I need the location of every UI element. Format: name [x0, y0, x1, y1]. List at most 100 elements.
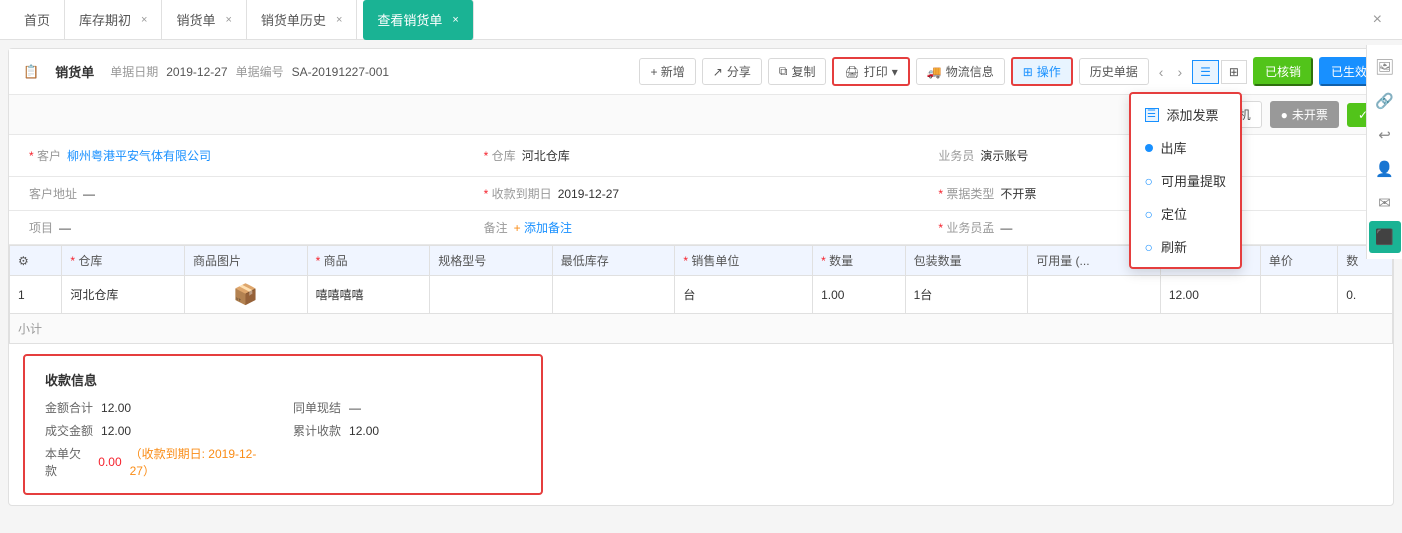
outstanding-label: 本单欠款 [45, 445, 90, 479]
payment-title: 收款信息 [45, 370, 521, 389]
sold-status-button[interactable]: 已核销 [1253, 57, 1313, 86]
same-order-settle-label: 同单现结 [293, 399, 341, 416]
tab-sales-history-close[interactable]: × [336, 14, 342, 26]
product-thumbnail: 📦 [233, 284, 258, 306]
list-view-btn[interactable]: ☰ [1192, 60, 1219, 84]
sales-emp-value: — [1000, 221, 1012, 235]
doc-actions: + 新增 ↗ 分享 ⧉ 复制 🖨 打印 ▾ 🚚 物流信息 [639, 57, 1379, 86]
available-extract-item[interactable]: ○ 可用量提取 [1131, 164, 1240, 197]
same-order-settle-value: — [349, 401, 361, 415]
tab-sales-history[interactable]: 销货单历史 × [247, 0, 357, 40]
share-button[interactable]: ↗ 分享 [702, 58, 762, 85]
address-field: 客户地址 — [29, 185, 464, 202]
print-button[interactable]: 🖨 打印 ▾ [832, 57, 909, 86]
sidebar-expand-icon[interactable]: ⬛ [1369, 221, 1401, 253]
transaction-amount-row: 成交金额 12.00 [45, 422, 273, 439]
customer-value[interactable]: 柳州粤港平安气体有限公司 [67, 147, 211, 164]
sales-emp-label: 业务员孟 [938, 219, 994, 236]
total-amount-value: 12.00 [101, 401, 131, 415]
document-header: 📋 销货单 单据日期 2019-12-27 单据编号 SA-20191227-0… [9, 49, 1393, 95]
invoice-icon: ☰ [1145, 108, 1159, 122]
history-button[interactable]: 历史单据 [1079, 58, 1149, 85]
logistics-icon: 🚚 [927, 65, 942, 79]
out-stock-label: 出库 [1161, 138, 1187, 157]
out-stock-item[interactable]: 出库 [1131, 131, 1240, 164]
refresh-item[interactable]: ○ 刷新 [1131, 230, 1240, 263]
sidebar-return-icon[interactable]: ↩ [1369, 119, 1401, 151]
tab-view-sales[interactable]: 查看销货单 × [363, 0, 473, 40]
table-row: 1 河北仓库 📦 嘻嘻嘻嘻 台 1.00 1台 12.00 [10, 276, 1393, 314]
transaction-amount-label: 成交金额 [45, 422, 93, 439]
add-invoice-item[interactable]: ☰ 添加发票 [1131, 98, 1240, 131]
row-min-stock [552, 276, 675, 314]
address-label: 客户地址 [29, 185, 77, 202]
add-invoice-label: 添加发票 [1167, 105, 1219, 124]
project-value: — [59, 221, 71, 235]
total-amount-label: 金额合计 [45, 399, 93, 416]
date-value: 2019-12-27 [166, 65, 227, 79]
payment-grid: 金额合计 12.00 同单现结 — 成交金额 12.00 累计收款 12.00 … [45, 399, 521, 479]
grid-view-btn[interactable]: ⊞ [1221, 60, 1247, 84]
tab-view-sales-close[interactable]: × [452, 14, 458, 26]
doc-title: 销货单 [55, 62, 94, 81]
not-open-button[interactable]: ● 未开票 [1270, 101, 1339, 128]
prev-arrow[interactable]: ‹ [1155, 62, 1168, 82]
circle-icon-1: ○ [1145, 173, 1153, 189]
col-gear[interactable]: ⚙ [10, 246, 62, 276]
row-image: 📦 [184, 276, 307, 314]
row-extra: 0. [1338, 276, 1393, 314]
due-date-field: 收款到期日 2019-12-27 [484, 185, 919, 202]
tab-sales-order[interactable]: 销货单 × [162, 0, 246, 40]
tab-view-sales-label: 查看销货单 [377, 10, 442, 29]
row-pack-qty: 1台 [905, 276, 1028, 314]
logistics-button[interactable]: 🚚 物流信息 [916, 58, 1005, 85]
note-value[interactable]: + 添加备注 [514, 219, 572, 236]
number-label: 单据编号 [236, 63, 284, 80]
tab-inventory-init[interactable]: 库存期初 × [65, 0, 162, 40]
due-date-value: 2019-12-27 [558, 187, 619, 201]
same-order-settle-row: 同单现结 — [293, 399, 521, 416]
gear-icon: ⚙ [18, 254, 29, 268]
row-qty: 1.00 [813, 276, 905, 314]
print-icon: 🖨 [844, 65, 859, 79]
address-value: — [83, 187, 95, 201]
col-pack-qty: 包装数量 [905, 246, 1028, 276]
position-label: 定位 [1161, 204, 1187, 223]
payment-section: 收款信息 金额合计 12.00 同单现结 — 成交金额 12.00 累计收款 1… [23, 354, 543, 495]
position-item[interactable]: ○ 定位 [1131, 197, 1240, 230]
cumulative-collection-value: 12.00 [349, 424, 379, 438]
dot-icon [1145, 144, 1153, 152]
tab-bar: 首页 库存期初 × 销货单 × 销货单历史 × 查看销货单 × × [0, 0, 1402, 40]
employee-label: 业务员 [938, 147, 974, 164]
ticket-type-label: 票据类型 [938, 185, 994, 202]
employee-value: 演示账号 [980, 147, 1028, 164]
row-spec [430, 276, 553, 314]
due-date-label: 收款到期日 [484, 185, 552, 202]
tab-home-label: 首页 [24, 10, 50, 29]
new-button[interactable]: + 新增 [639, 58, 695, 85]
sidebar-mail-icon[interactable]: ✉ [1369, 187, 1401, 219]
col-qty: * 数量 [813, 246, 905, 276]
sidebar-link-icon[interactable]: 🔗 [1369, 85, 1401, 117]
row-num: 1 [10, 276, 62, 314]
tab-home[interactable]: 首页 [10, 0, 65, 40]
copy-button[interactable]: ⧉ 复制 [768, 58, 827, 85]
transaction-amount-value: 12.00 [101, 424, 131, 438]
warehouse-value: 河北仓库 [522, 147, 570, 164]
tab-inventory-init-close[interactable]: × [141, 14, 147, 26]
row-price [1260, 276, 1337, 314]
outstanding-value: 0.00 [98, 455, 121, 469]
warehouse-field: 仓库 河北仓库 [484, 147, 919, 164]
cumulative-collection-row: 累计收款 12.00 [293, 422, 521, 439]
window-close-button[interactable]: × [1363, 11, 1392, 29]
print-dropdown-arrow[interactable]: ▾ [892, 65, 898, 79]
operation-button[interactable]: ⊞ 操作 [1011, 57, 1073, 86]
tab-inventory-init-label: 库存期初 [79, 10, 131, 29]
project-label: 项目 [29, 219, 53, 236]
available-extract-label: 可用量提取 [1161, 171, 1226, 190]
sidebar-user-icon[interactable]: 👤 [1369, 153, 1401, 185]
next-arrow[interactable]: › [1173, 62, 1186, 82]
cumulative-collection-label: 累计收款 [293, 422, 341, 439]
tab-sales-order-close[interactable]: × [225, 14, 231, 26]
sidebar-image-icon[interactable]: 🖼 [1369, 51, 1401, 83]
